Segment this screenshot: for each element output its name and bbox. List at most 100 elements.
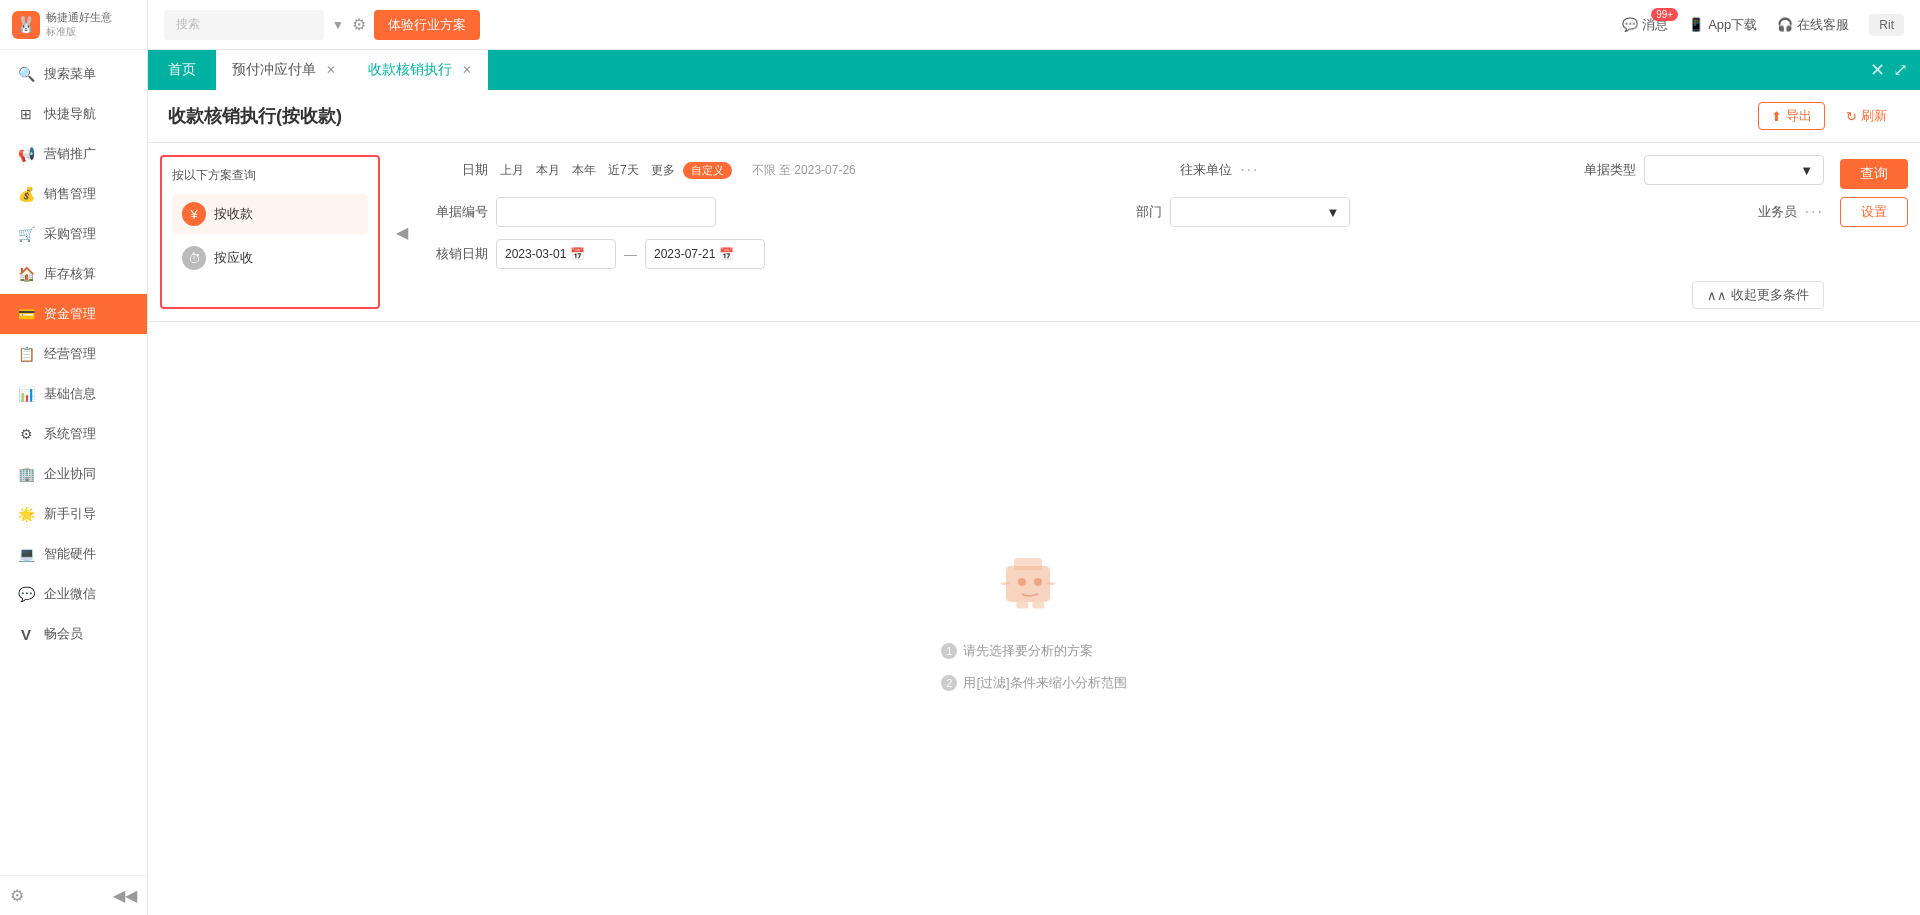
- sidebar-item-operations[interactable]: 📋 经营管理: [0, 334, 147, 374]
- filter-more-row: ∧∧ 收起更多条件: [428, 281, 1824, 309]
- dept-select[interactable]: ▼: [1170, 197, 1350, 227]
- sidebar-item-purchase[interactable]: 🛒 采购管理: [0, 214, 147, 254]
- cancel-date-to-value: 2023-07-21: [654, 247, 715, 261]
- sidebar-item-basic[interactable]: 📊 基础信息: [0, 374, 147, 414]
- date-dash: —: [624, 247, 637, 262]
- date-field: 日期 上月 本月 本年 近7天 更多 自定义: [428, 160, 732, 181]
- collapse-icon[interactable]: ◀: [396, 223, 408, 242]
- collapse-more-btn[interactable]: ∧∧ 收起更多条件: [1692, 281, 1824, 309]
- cancel-date-from-input[interactable]: 2023-03-01 📅: [496, 239, 616, 269]
- top-header: 搜索 ▼ ⚙ 体验行业方案 💬 消息 99+ 📱 App下载 🎧 在线客服 Ri…: [148, 0, 1920, 50]
- sidebar-item-marketing[interactable]: 📢 营销推广: [0, 134, 147, 174]
- export-button[interactable]: ⬆ 导出: [1758, 102, 1825, 130]
- tab-collect-cancel[interactable]: 收款核销执行 ✕: [352, 50, 488, 90]
- tip-num-2: 2: [941, 675, 957, 691]
- tab-expand-icon[interactable]: ⤢: [1893, 59, 1908, 81]
- collapse-chevrons-icon: ∧∧: [1707, 288, 1727, 303]
- dept-field: 部门 ▼: [1102, 197, 1350, 227]
- date-btn-more[interactable]: 更多: [647, 160, 679, 181]
- date-btn-7days[interactable]: 近7天: [604, 160, 643, 181]
- date-btn-this-year[interactable]: 本年: [568, 160, 600, 181]
- header-gear-icon[interactable]: ⚙: [352, 15, 366, 34]
- empty-tip-2: 用[过滤]条件来缩小分析范围: [963, 670, 1126, 696]
- filter-row-1: 日期 上月 本月 本年 近7天 更多 自定义 不限 至 2023-07-26: [428, 155, 1824, 185]
- sidebar-collapse-btn[interactable]: ◀◀: [113, 886, 137, 905]
- by-receivable-icon: ⏱: [182, 246, 206, 270]
- tip-num-1: 1: [941, 643, 957, 659]
- sidebar-label-inventory: 库存核算: [44, 265, 96, 283]
- header-app-download[interactable]: 📱 App下载: [1688, 16, 1757, 34]
- panel-collapse-btn[interactable]: ◀: [392, 143, 412, 321]
- sidebar-item-funds[interactable]: 💳 资金管理: [0, 294, 147, 334]
- sidebar-item-search-menu[interactable]: 🔍 搜索菜单: [0, 54, 147, 94]
- industry-btn[interactable]: 体验行业方案: [374, 10, 480, 40]
- filter-panel-title: 按以下方案查询: [172, 167, 368, 184]
- sidebar-label-marketing: 营销推广: [44, 145, 96, 163]
- tab-collect-cancel-close-icon[interactable]: ✕: [462, 63, 472, 77]
- refresh-label: 刷新: [1861, 107, 1887, 125]
- refresh-icon: ↻: [1846, 109, 1857, 124]
- sidebar-settings-btn[interactable]: ⚙: [10, 886, 24, 905]
- by-receipt-icon: ¥: [182, 202, 206, 226]
- by-receipt-label: 按收款: [214, 205, 253, 223]
- sidebar-item-beginner[interactable]: 🌟 新手引导: [0, 494, 147, 534]
- date-custom-badge[interactable]: 自定义: [683, 162, 732, 179]
- export-label: 导出: [1786, 107, 1812, 125]
- sidebar-nav: 🔍 搜索菜单 ⊞ 快捷导航 📢 营销推广 💰 销售管理 🛒 采购管理 🏠 库存核…: [0, 50, 147, 875]
- page-title: 收款核销执行(按收款): [168, 104, 342, 128]
- filter-right-panel: 日期 上月 本月 本年 近7天 更多 自定义 不限 至 2023-07-26: [412, 143, 1840, 321]
- sidebar-label-beginner: 新手引导: [44, 505, 96, 523]
- tab-prepay-close-icon[interactable]: ✕: [326, 63, 336, 77]
- header-dropdown-btn[interactable]: ▼: [332, 18, 344, 32]
- logo-text: 畅捷通好生意: [46, 10, 112, 24]
- refresh-button[interactable]: ↻ 刷新: [1833, 102, 1900, 130]
- tab-home[interactable]: 首页: [148, 50, 216, 90]
- doc-type-select[interactable]: ▼: [1644, 155, 1824, 185]
- cancel-date-to-input[interactable]: 2023-07-21 📅: [645, 239, 765, 269]
- doc-type-field: 单据类型 ▼: [1576, 155, 1824, 185]
- export-icon: ⬆: [1771, 109, 1782, 124]
- system-icon: ⚙: [16, 424, 36, 444]
- svg-rect-1: [1014, 558, 1042, 570]
- search-icon: 🔍: [16, 64, 36, 84]
- doc-no-input[interactable]: [496, 197, 716, 227]
- sidebar-label-operations: 经营管理: [44, 345, 96, 363]
- counterparty-field: 往来单位 ···: [1172, 161, 1259, 179]
- staff-dots[interactable]: ···: [1805, 203, 1824, 221]
- header-online-service[interactable]: 🎧 在线客服: [1777, 16, 1849, 34]
- header-user[interactable]: Rit: [1869, 14, 1904, 36]
- purchase-icon: 🛒: [16, 224, 36, 244]
- date-btn-this-month[interactable]: 本月: [532, 160, 564, 181]
- svg-rect-7: [1032, 602, 1044, 608]
- logo-text-group: 畅捷通好生意 标准版: [46, 10, 112, 38]
- date-btn-last-month[interactable]: 上月: [496, 160, 528, 181]
- tab-prepay-label: 预付冲应付单: [232, 61, 316, 79]
- sidebar-item-enterprise[interactable]: 🏢 企业协同: [0, 454, 147, 494]
- sidebar-item-inventory[interactable]: 🏠 库存核算: [0, 254, 147, 294]
- cancel-date-from-value: 2023-03-01: [505, 247, 566, 261]
- header-right: 💬 消息 99+ 📱 App下载 🎧 在线客服 Rit: [1622, 14, 1904, 36]
- sidebar-label-enterprise: 企业协同: [44, 465, 96, 483]
- query-button[interactable]: 查询: [1840, 159, 1908, 189]
- header-msg[interactable]: 💬 消息 99+: [1622, 16, 1668, 34]
- settings-button[interactable]: 设置: [1840, 197, 1908, 227]
- sidebar-item-smart-hw[interactable]: 💻 智能硬件: [0, 534, 147, 574]
- sidebar-item-sales[interactable]: 💰 销售管理: [0, 174, 147, 214]
- doc-type-chevron: ▼: [1800, 163, 1813, 178]
- sidebar-item-system[interactable]: ⚙ 系统管理: [0, 414, 147, 454]
- sidebar-item-quick-nav[interactable]: ⊞ 快捷导航: [0, 94, 147, 134]
- header-search-display: 搜索: [164, 10, 324, 40]
- sidebar-item-member[interactable]: V 畅会员: [0, 614, 147, 654]
- msg-badge: 99+: [1651, 8, 1678, 21]
- sidebar-label-purchase: 采购管理: [44, 225, 96, 243]
- counterparty-dots[interactable]: ···: [1240, 161, 1259, 179]
- filter-option-by-receivable[interactable]: ⏱ 按应收: [172, 238, 368, 278]
- sidebar-item-corp-wechat[interactable]: 💬 企业微信: [0, 574, 147, 614]
- empty-state: 1 请先选择要分析的方案 2 用[过滤]条件来缩小分析范围: [148, 322, 1920, 915]
- filter-area: 按以下方案查询 ¥ 按收款 ⏱ 按应收 ◀: [148, 143, 1920, 322]
- doc-type-label: 单据类型: [1576, 161, 1636, 179]
- filter-option-by-receipt[interactable]: ¥ 按收款: [172, 194, 368, 234]
- tab-prepay[interactable]: 预付冲应付单 ✕: [216, 50, 352, 90]
- header-left: 搜索 ▼ ⚙ 体验行业方案: [164, 10, 480, 40]
- tab-close-all-icon[interactable]: ✕: [1870, 59, 1885, 81]
